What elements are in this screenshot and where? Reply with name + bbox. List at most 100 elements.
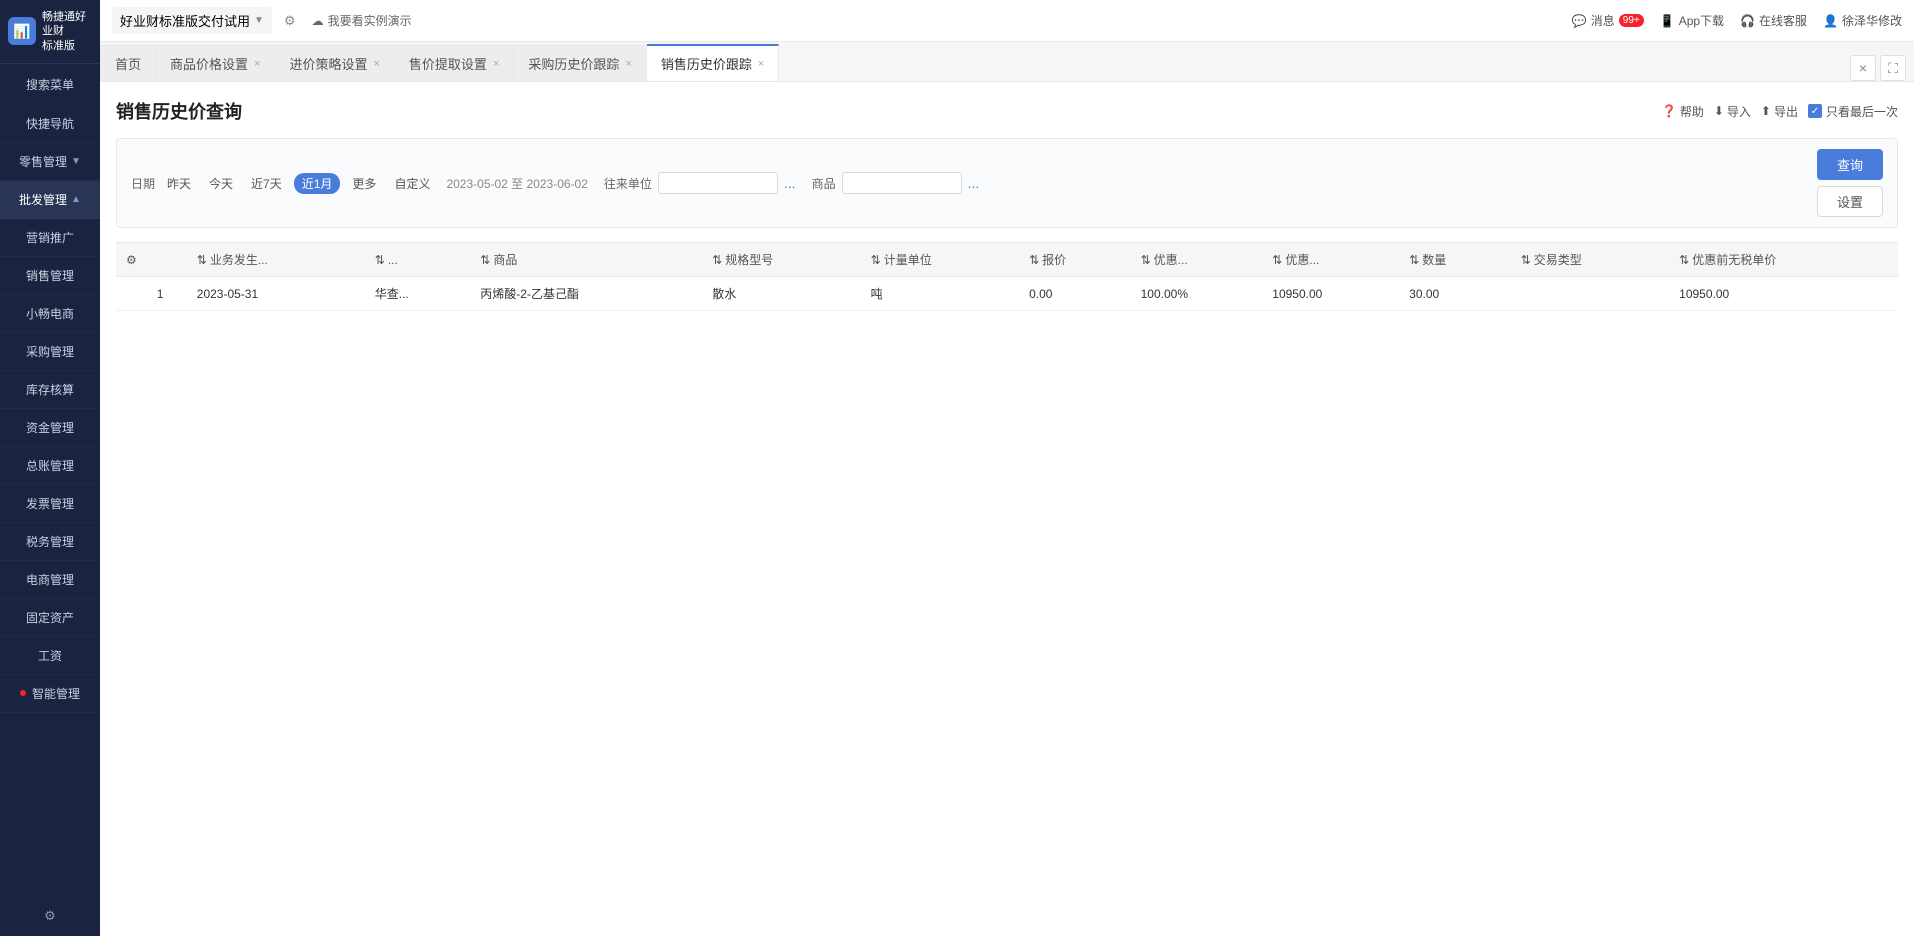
- tab-price-setting[interactable]: 商品价格设置 ×: [156, 45, 275, 81]
- app-download-button[interactable]: 📱 App下载: [1660, 12, 1724, 29]
- product-input[interactable]: [842, 172, 962, 194]
- product-filter-label: 商品: [812, 175, 836, 192]
- app-selector-label: 好业财标准版交付试用: [120, 11, 250, 30]
- col-unit[interactable]: ⇅ 计量单位: [861, 243, 1019, 277]
- messages-button[interactable]: 💬 消息 99+: [1572, 12, 1644, 29]
- sidebar-item-ecommerce-small[interactable]: 小畅电商: [0, 295, 100, 333]
- sidebar-quick-nav[interactable]: 快捷导航: [0, 105, 100, 143]
- col-discount1-label: 优惠...: [1154, 251, 1188, 268]
- online-service-button[interactable]: 🎧 在线客服: [1740, 12, 1807, 29]
- date-last1month-btn[interactable]: 近1月: [294, 173, 341, 194]
- export-button[interactable]: ⬆ 导出: [1761, 103, 1798, 120]
- source-unit-input[interactable]: [658, 172, 778, 194]
- sort-asc-icon: ⇅: [1409, 253, 1419, 267]
- sidebar-item-label: 销售管理: [26, 267, 74, 284]
- row-discount1-cell: 100.00%: [1131, 277, 1263, 311]
- help-button[interactable]: ❓ 帮助: [1662, 103, 1704, 120]
- col-price[interactable]: ⇅ 报价: [1019, 243, 1131, 277]
- sidebar: 📊 畅捷通好业财 标准版 搜索菜单 快捷导航 零售管理 ▼ 批发管理 ▲ 营销推…: [0, 0, 100, 936]
- date-today-btn[interactable]: 今天: [203, 173, 239, 194]
- row-quantity-cell: 30.00: [1399, 277, 1511, 311]
- sidebar-item-invoice[interactable]: 发票管理: [0, 485, 100, 523]
- sidebar-item-label: 零售管理: [19, 153, 67, 170]
- sidebar-item-label: 批发管理: [19, 191, 67, 208]
- col-quantity[interactable]: ⇅ 数量: [1399, 243, 1511, 277]
- tab-sales-history[interactable]: 销售历史价跟踪 ×: [647, 44, 779, 81]
- tab-purchase-strategy[interactable]: 进价策略设置 ×: [275, 45, 394, 81]
- sidebar-search[interactable]: 搜索菜单: [0, 64, 100, 105]
- col-spec-label: 规格型号: [725, 251, 773, 268]
- close-icon[interactable]: ×: [758, 58, 764, 70]
- row-gear-cell: [116, 277, 147, 311]
- demo-button[interactable]: ☁ 我要看实例演示: [312, 12, 412, 29]
- sidebar-settings-button[interactable]: ⚙: [0, 896, 100, 936]
- date-filter-label: 日期: [131, 175, 155, 192]
- sidebar-item-retail[interactable]: 零售管理 ▼: [0, 143, 100, 181]
- col-discount2[interactable]: ⇅ 优惠...: [1262, 243, 1399, 277]
- online-service-label: 在线客服: [1759, 12, 1807, 29]
- tab-price-extract-label: 售价提取设置: [409, 54, 487, 73]
- source-unit-picker-btn[interactable]: ...: [784, 175, 796, 191]
- user-name: 徐泽华修改: [1842, 12, 1902, 29]
- last-only-checkbox[interactable]: ✓ 只看最后一次: [1808, 103, 1898, 120]
- settings-button[interactable]: 设置: [1817, 186, 1883, 217]
- close-tab-button[interactable]: ×: [1850, 55, 1876, 81]
- date-yesterday-btn[interactable]: 昨天: [161, 173, 197, 194]
- import-icon: ⬇: [1714, 104, 1724, 118]
- content-area: 销售历史价查询 ❓ 帮助 ⬇ 导入 ⬆ 导出 ✓ 只看最后一次: [100, 82, 1914, 936]
- export-label: 导出: [1774, 103, 1798, 120]
- col-transaction-type[interactable]: ⇅ 交易类型: [1511, 243, 1669, 277]
- import-button[interactable]: ⬇ 导入: [1714, 103, 1751, 120]
- sidebar-item-purchase[interactable]: 采购管理: [0, 333, 100, 371]
- sidebar-item-label: 电商管理: [26, 571, 74, 588]
- sidebar-item-marketing[interactable]: 营销推广: [0, 219, 100, 257]
- table-row[interactable]: 1 2023-05-31 华查... 丙烯酸-2-乙基己酯 散水 吨 0.00 …: [116, 277, 1898, 311]
- sidebar-item-ecommerce[interactable]: 电商管理: [0, 561, 100, 599]
- date-last7days-btn[interactable]: 近7天: [245, 173, 288, 194]
- product-picker-btn[interactable]: ...: [968, 175, 980, 191]
- sidebar-item-ledger[interactable]: 总账管理: [0, 447, 100, 485]
- message-icon: 💬: [1572, 14, 1587, 28]
- notification-dot: [20, 690, 26, 696]
- date-more-btn[interactable]: 更多: [346, 173, 382, 194]
- sidebar-item-smart[interactable]: 智能管理: [0, 675, 100, 713]
- export-icon: ⬆: [1761, 104, 1771, 118]
- col-pretax-price[interactable]: ⇅ 优惠前无税单价: [1669, 243, 1898, 277]
- sidebar-item-inventory[interactable]: 库存核算: [0, 371, 100, 409]
- tab-price-extract[interactable]: 售价提取设置 ×: [395, 45, 514, 81]
- date-custom-btn[interactable]: 自定义: [388, 173, 436, 194]
- col-more[interactable]: ⇅ ...: [365, 243, 471, 277]
- row-more-cell: 华查...: [365, 277, 471, 311]
- table-header-row: ⚙ ⇅ 业务发生... ⇅ ...: [116, 243, 1898, 277]
- app-settings-icon[interactable]: ⚙: [280, 9, 300, 33]
- headset-icon: 🎧: [1740, 14, 1755, 28]
- col-spec[interactable]: ⇅ 规格型号: [702, 243, 860, 277]
- sidebar-item-sales[interactable]: 销售管理: [0, 257, 100, 295]
- col-discount1[interactable]: ⇅ 优惠...: [1131, 243, 1263, 277]
- tab-home[interactable]: 首页: [100, 45, 156, 81]
- close-icon[interactable]: ×: [373, 58, 379, 70]
- page-actions: ❓ 帮助 ⬇ 导入 ⬆ 导出 ✓ 只看最后一次: [1662, 103, 1898, 120]
- close-icon[interactable]: ×: [493, 58, 499, 70]
- sidebar-item-label: 总账管理: [26, 457, 74, 474]
- maximize-tab-button[interactable]: ⛶: [1880, 55, 1906, 81]
- col-business-date[interactable]: ⇅ 业务发生...: [187, 243, 365, 277]
- close-icon[interactable]: ×: [254, 58, 260, 70]
- tab-purchase-history[interactable]: 采购历史价跟踪 ×: [514, 45, 646, 81]
- close-icon[interactable]: ×: [625, 58, 631, 70]
- sidebar-item-tax[interactable]: 税务管理: [0, 523, 100, 561]
- sidebar-item-fixed-assets[interactable]: 固定资产: [0, 599, 100, 637]
- sidebar-item-wholesale[interactable]: 批发管理 ▲: [0, 181, 100, 219]
- sidebar-item-payroll[interactable]: 工资: [0, 637, 100, 675]
- sidebar-item-finance[interactable]: 资金管理: [0, 409, 100, 447]
- source-unit-label: 往来单位: [604, 175, 652, 192]
- user-profile-button[interactable]: 👤 徐泽华修改: [1823, 12, 1902, 29]
- app-logo: 📊 畅捷通好业财 标准版: [0, 0, 100, 64]
- app-selector[interactable]: 好业财标准版交付试用 ▼: [112, 7, 272, 34]
- row-unit-cell: 吨: [861, 277, 1019, 311]
- row-product-cell: 丙烯酸-2-乙基己酯: [470, 277, 702, 311]
- sidebar-item-label: 工资: [38, 647, 62, 664]
- gear-icon[interactable]: ⚙: [126, 253, 137, 267]
- col-product[interactable]: ⇅ 商品: [470, 243, 702, 277]
- query-button[interactable]: 查询: [1817, 149, 1883, 180]
